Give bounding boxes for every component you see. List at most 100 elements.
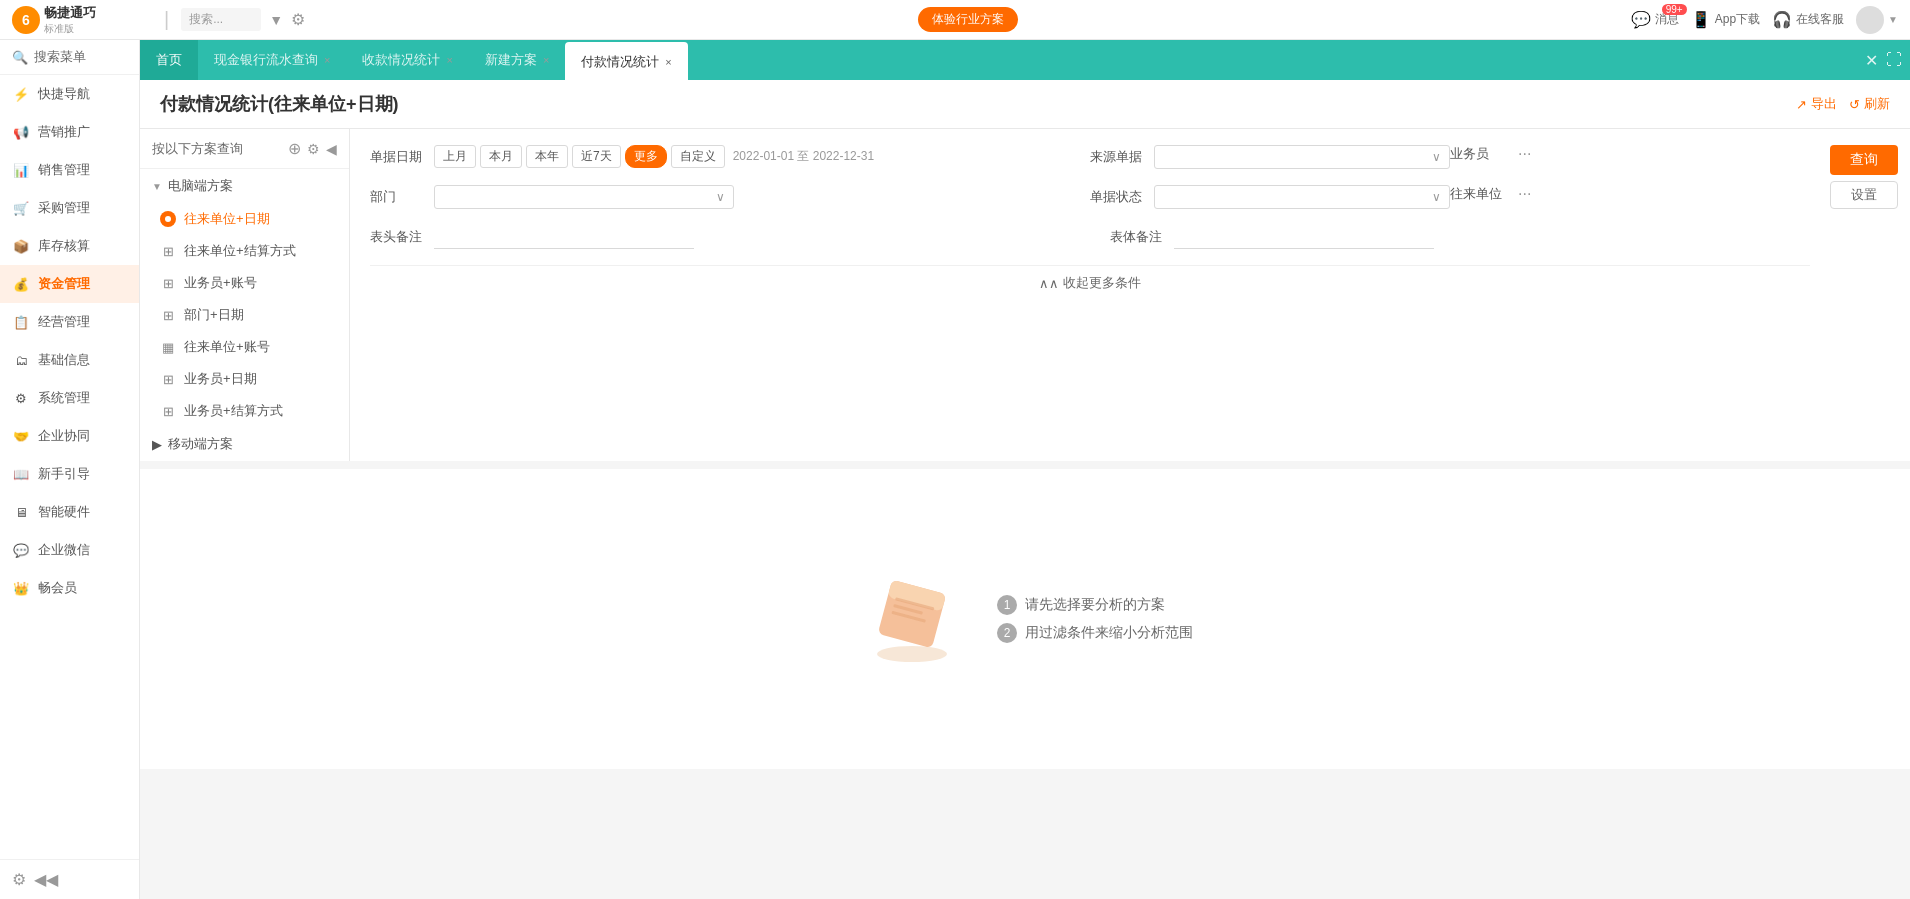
collapse-button[interactable]: ∧∧ 收起更多条件 bbox=[1039, 266, 1141, 300]
inventory-icon: 📦 bbox=[12, 237, 30, 255]
date-btn-this-year[interactable]: 本年 bbox=[526, 145, 568, 168]
tab-cashflow-label: 现金银行流水查询 bbox=[214, 51, 318, 69]
tab-newscheme[interactable]: 新建方案 × bbox=[469, 40, 565, 80]
user-avatar-area[interactable]: ▼ bbox=[1856, 6, 1898, 34]
search-area-top[interactable]: 搜索... bbox=[181, 8, 261, 31]
sidebar-item-member[interactable]: 👑 畅会员 bbox=[0, 569, 139, 607]
query-button[interactable]: 查询 bbox=[1830, 145, 1898, 175]
sidebar-item-sales[interactable]: 📊 销售管理 bbox=[0, 151, 139, 189]
tab-home[interactable]: 首页 bbox=[140, 40, 198, 80]
empty-hints: 1 请先选择要分析的方案 2 用过滤条件来缩小分析范围 bbox=[997, 595, 1193, 643]
body-note-label: 表体备注 bbox=[1110, 228, 1166, 246]
export-button[interactable]: ↗ 导出 bbox=[1796, 95, 1837, 113]
scheme-item-salesman-settle[interactable]: ⊞ 业务员+结算方式 bbox=[148, 395, 349, 427]
source-single-select[interactable]: ∨ bbox=[1154, 145, 1450, 169]
tab-cashflow-close[interactable]: × bbox=[324, 54, 330, 66]
sidebar-settings-icon[interactable]: ⚙ bbox=[12, 870, 26, 889]
grid-icon-2: ⊞ bbox=[160, 275, 176, 291]
scheme-item-counterpart-settle[interactable]: ⊞ 往来单位+结算方式 bbox=[148, 235, 349, 267]
scheme-category-mobile[interactable]: ▶ 移动端方案 bbox=[140, 427, 349, 461]
tab-payment-label: 付款情况统计 bbox=[581, 53, 659, 71]
scheme-item-label: 部门+日期 bbox=[184, 306, 244, 324]
try-industry-button[interactable]: 体验行业方案 bbox=[918, 7, 1018, 32]
scheme-item-label: 往来单位+日期 bbox=[184, 210, 270, 228]
scheme-item-salesman-account[interactable]: ⊞ 业务员+账号 bbox=[148, 267, 349, 299]
date-btn-more[interactable]: 更多 bbox=[625, 145, 667, 168]
sidebar-item-operations[interactable]: 📋 经营管理 bbox=[0, 303, 139, 341]
field-department: 部门 ∨ bbox=[370, 185, 1090, 209]
refresh-button[interactable]: ↺ 刷新 bbox=[1849, 95, 1890, 113]
scheme-item-label: 往来单位+账号 bbox=[184, 338, 270, 356]
tab-receipt[interactable]: 收款情况统计 × bbox=[346, 40, 468, 80]
sidebar-item-marketing[interactable]: 📢 营销推广 bbox=[0, 113, 139, 151]
setting-button[interactable]: 设置 bbox=[1830, 181, 1898, 209]
scheme-item-dept-date[interactable]: ⊞ 部门+日期 bbox=[148, 299, 349, 331]
tab-newscheme-close[interactable]: × bbox=[543, 54, 549, 66]
header-note-input[interactable] bbox=[434, 225, 694, 249]
department-select[interactable]: ∨ bbox=[434, 185, 734, 209]
purchase-label: 采购管理 bbox=[38, 199, 90, 217]
date-btn-last-month[interactable]: 上月 bbox=[434, 145, 476, 168]
tab-receipt-close[interactable]: × bbox=[446, 54, 452, 66]
date-btn-this-month[interactable]: 本月 bbox=[480, 145, 522, 168]
purchase-icon: 🛒 bbox=[12, 199, 30, 217]
scheme-item-salesman-date[interactable]: ⊞ 业务员+日期 bbox=[148, 363, 349, 395]
collapse-area: ∧∧ 收起更多条件 bbox=[370, 265, 1810, 300]
sidebar-search[interactable]: 🔍 搜索菜单 bbox=[0, 40, 139, 75]
tab-cashflow[interactable]: 现金银行流水查询 × bbox=[198, 40, 346, 80]
sidebar-item-weixin[interactable]: 💬 企业微信 bbox=[0, 531, 139, 569]
tab-payment-close[interactable]: × bbox=[665, 56, 671, 68]
sidebar-item-inventory[interactable]: 📦 库存核算 bbox=[0, 227, 139, 265]
source-single-arrow: ∨ bbox=[1432, 150, 1441, 164]
tab-payment[interactable]: 付款情况统计 × bbox=[565, 42, 687, 82]
tab-receipt-label: 收款情况统计 bbox=[362, 51, 440, 69]
dropdown-arrow-top[interactable]: ▼ bbox=[269, 12, 283, 28]
logo-icon: 6 bbox=[12, 6, 40, 34]
tab-bar: 首页 现金银行流水查询 × 收款情况统计 × 新建方案 × 付款情况统计 × ✕… bbox=[140, 40, 1910, 80]
sidebar-collapse-icon[interactable]: ◀◀ bbox=[34, 870, 58, 889]
counterpart-dots[interactable]: ··· bbox=[1514, 185, 1535, 203]
scheme-header-icons: ⊕ ⚙ ◀ bbox=[288, 139, 337, 158]
messages-item[interactable]: 💬 消息 99+ bbox=[1631, 10, 1679, 29]
body-note-input[interactable] bbox=[1174, 225, 1434, 249]
sidebar-item-system[interactable]: ⚙ 系统管理 bbox=[0, 379, 139, 417]
sidebar-item-quicknav[interactable]: ⚡ 快捷导航 bbox=[0, 75, 139, 113]
field-header-note: 表头备注 bbox=[370, 225, 1070, 249]
tab-controls: ✕ ⛶ bbox=[1857, 51, 1910, 70]
grid-icon-3: ⊞ bbox=[160, 307, 176, 323]
sidebar-item-basic[interactable]: 🗂 基础信息 bbox=[0, 341, 139, 379]
logo-area: 6 畅捷通巧 标准版 bbox=[12, 4, 152, 36]
tab-newscheme-label: 新建方案 bbox=[485, 51, 537, 69]
sidebar-item-enterprise[interactable]: 🤝 企业协同 bbox=[0, 417, 139, 455]
operations-icon: 📋 bbox=[12, 313, 30, 331]
try-btn[interactable]: 体验行业方案 bbox=[918, 7, 1018, 32]
tab-expand-icon[interactable]: ⛶ bbox=[1886, 51, 1902, 69]
date-btn-7days[interactable]: 近7天 bbox=[572, 145, 621, 168]
date-btn-custom[interactable]: 自定义 bbox=[671, 145, 725, 168]
scheme-item-counterpart-account[interactable]: ▦ 往来单位+账号 bbox=[148, 331, 349, 363]
scheme-item-counterpart-date[interactable]: 往来单位+日期 bbox=[148, 203, 349, 235]
filter-panel: 按以下方案查询 ⊕ ⚙ ◀ ▼ 电脑端方案 bbox=[140, 129, 1910, 461]
grid-icon-4: ⊞ bbox=[160, 371, 176, 387]
sidebar-item-purchase[interactable]: 🛒 采购管理 bbox=[0, 189, 139, 227]
scheme-collapse-icon[interactable]: ◀ bbox=[326, 141, 337, 157]
tab-close-all-icon[interactable]: ✕ bbox=[1865, 51, 1878, 70]
refresh-label: 刷新 bbox=[1864, 95, 1890, 113]
user-dropdown-arrow: ▼ bbox=[1888, 14, 1898, 25]
scheme-settings-icon[interactable]: ⚙ bbox=[307, 141, 320, 157]
field-single-date: 单据日期 上月 本月 本年 近7天 更多 自定义 2022-01-01 至 20… bbox=[370, 145, 1090, 168]
single-status-select[interactable]: ∨ bbox=[1154, 185, 1450, 209]
scheme-category-desktop[interactable]: ▼ 电脑端方案 bbox=[140, 169, 349, 203]
empty-state-content: 1 请先选择要分析的方案 2 用过滤条件来缩小分析范围 bbox=[857, 559, 1193, 679]
sidebar-item-newbie[interactable]: 📖 新手引导 bbox=[0, 455, 139, 493]
sidebar-item-finance[interactable]: 💰 资金管理 bbox=[0, 265, 139, 303]
refresh-icon: ↺ bbox=[1849, 97, 1860, 112]
sidebar-item-hardware[interactable]: 🖥 智能硬件 bbox=[0, 493, 139, 531]
salesman-dots[interactable]: ··· bbox=[1514, 145, 1535, 163]
settings-icon-top[interactable]: ⚙ bbox=[291, 10, 305, 29]
app-download-item[interactable]: 📱 App下载 bbox=[1691, 10, 1760, 29]
active-scheme-dot bbox=[160, 211, 176, 227]
online-service-item[interactable]: 🎧 在线客服 bbox=[1772, 10, 1844, 29]
search-icon: 🔍 bbox=[12, 50, 28, 65]
scheme-add-icon[interactable]: ⊕ bbox=[288, 139, 301, 158]
